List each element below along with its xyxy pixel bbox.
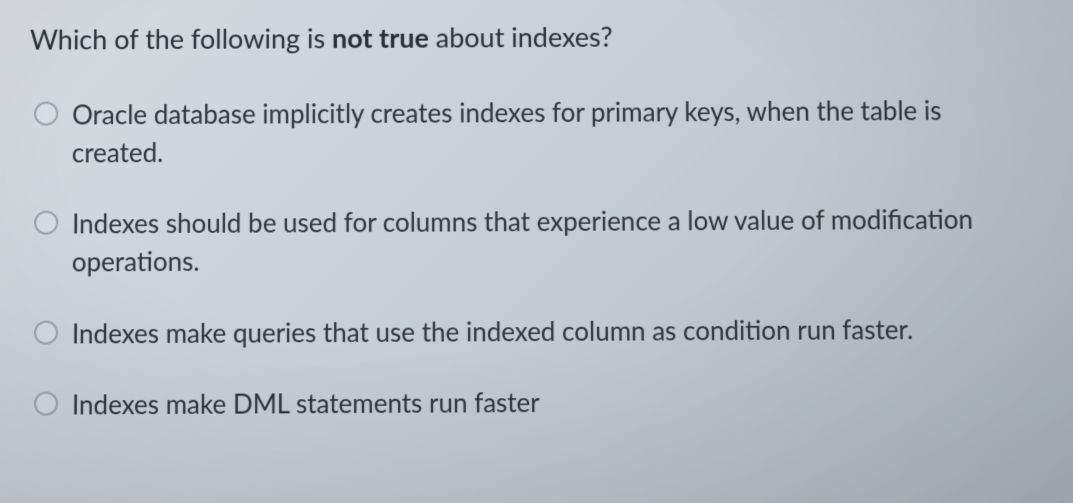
option-row[interactable]: Indexes make DML statements run faster [34,382,1054,425]
question-pre: Which of the following is [30,21,332,56]
radio-icon[interactable] [34,320,58,344]
option-row[interactable]: Oracle database implicitly creates index… [34,91,1054,172]
radio-icon[interactable] [34,211,58,235]
option-label: Indexes make DML statements run faster [72,384,540,424]
option-row[interactable]: Indexes make queries that use the indexe… [34,310,1054,353]
radio-icon[interactable] [34,392,58,416]
option-row[interactable]: Indexes should be used for columns that … [34,201,1054,282]
options-list: Oracle database implicitly creates index… [30,94,1053,422]
question-post: about indexes? [429,20,613,54]
option-label: Indexes make queries that use the indexe… [72,311,914,353]
radio-icon[interactable] [34,101,58,125]
question-prompt: Which of the following is not true about… [30,15,1054,58]
option-label: Oracle database implicitly creates index… [72,91,1033,171]
question-bold: not true [332,21,429,54]
option-label: Indexes should be used for columns that … [72,201,1033,281]
